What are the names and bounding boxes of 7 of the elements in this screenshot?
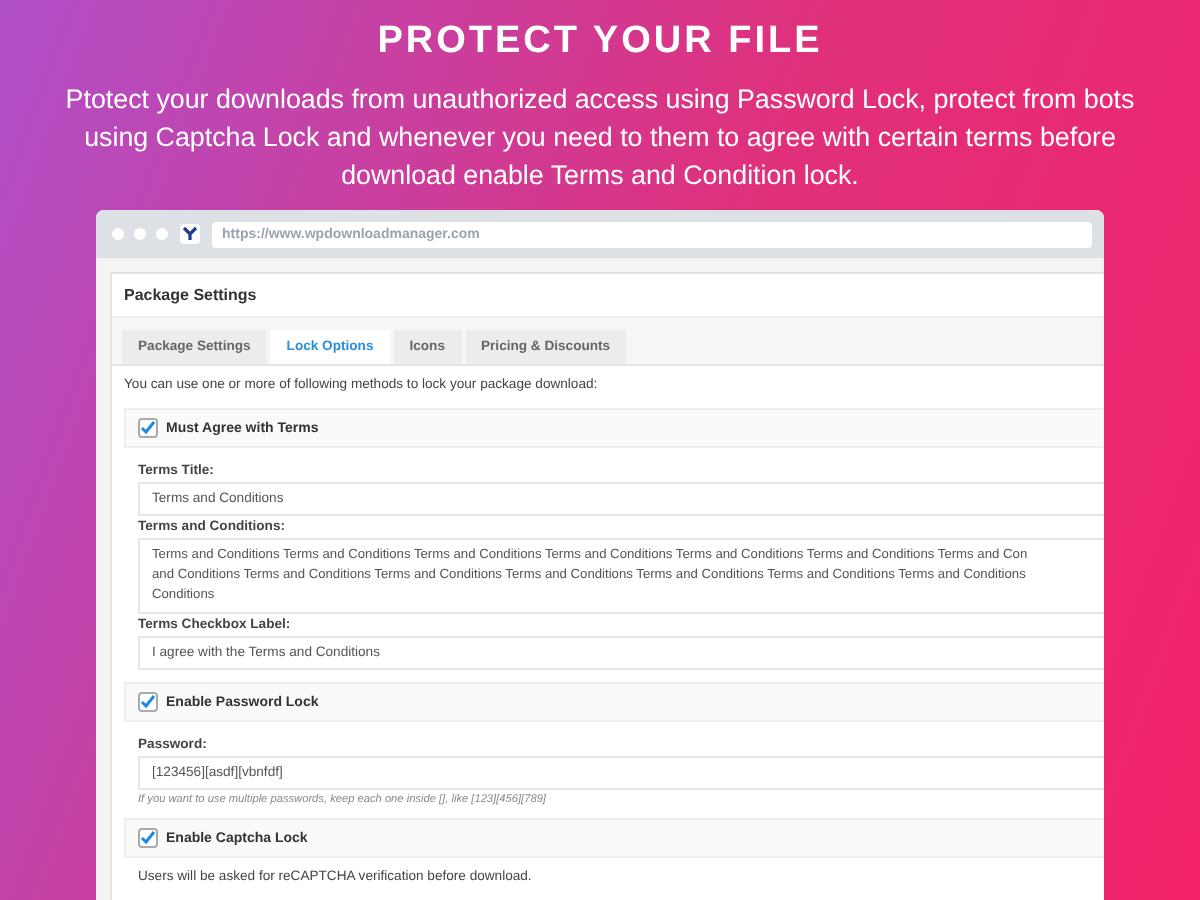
page-title: PROTECT YOUR FILE [377,20,823,64]
download-logo-icon [180,224,200,244]
page-subtitle: Ptotect your downloads from unauthorized access using Password Lock, protect from bots using Captcha Lock and whenever you need to them to agree with certain terms before download enable Terms and Condition lock. [63,82,1137,194]
checkbox[interactable] [138,828,158,848]
checkbox[interactable] [138,692,158,712]
checkbox[interactable] [138,418,158,438]
textarea-field[interactable] [138,538,1104,614]
